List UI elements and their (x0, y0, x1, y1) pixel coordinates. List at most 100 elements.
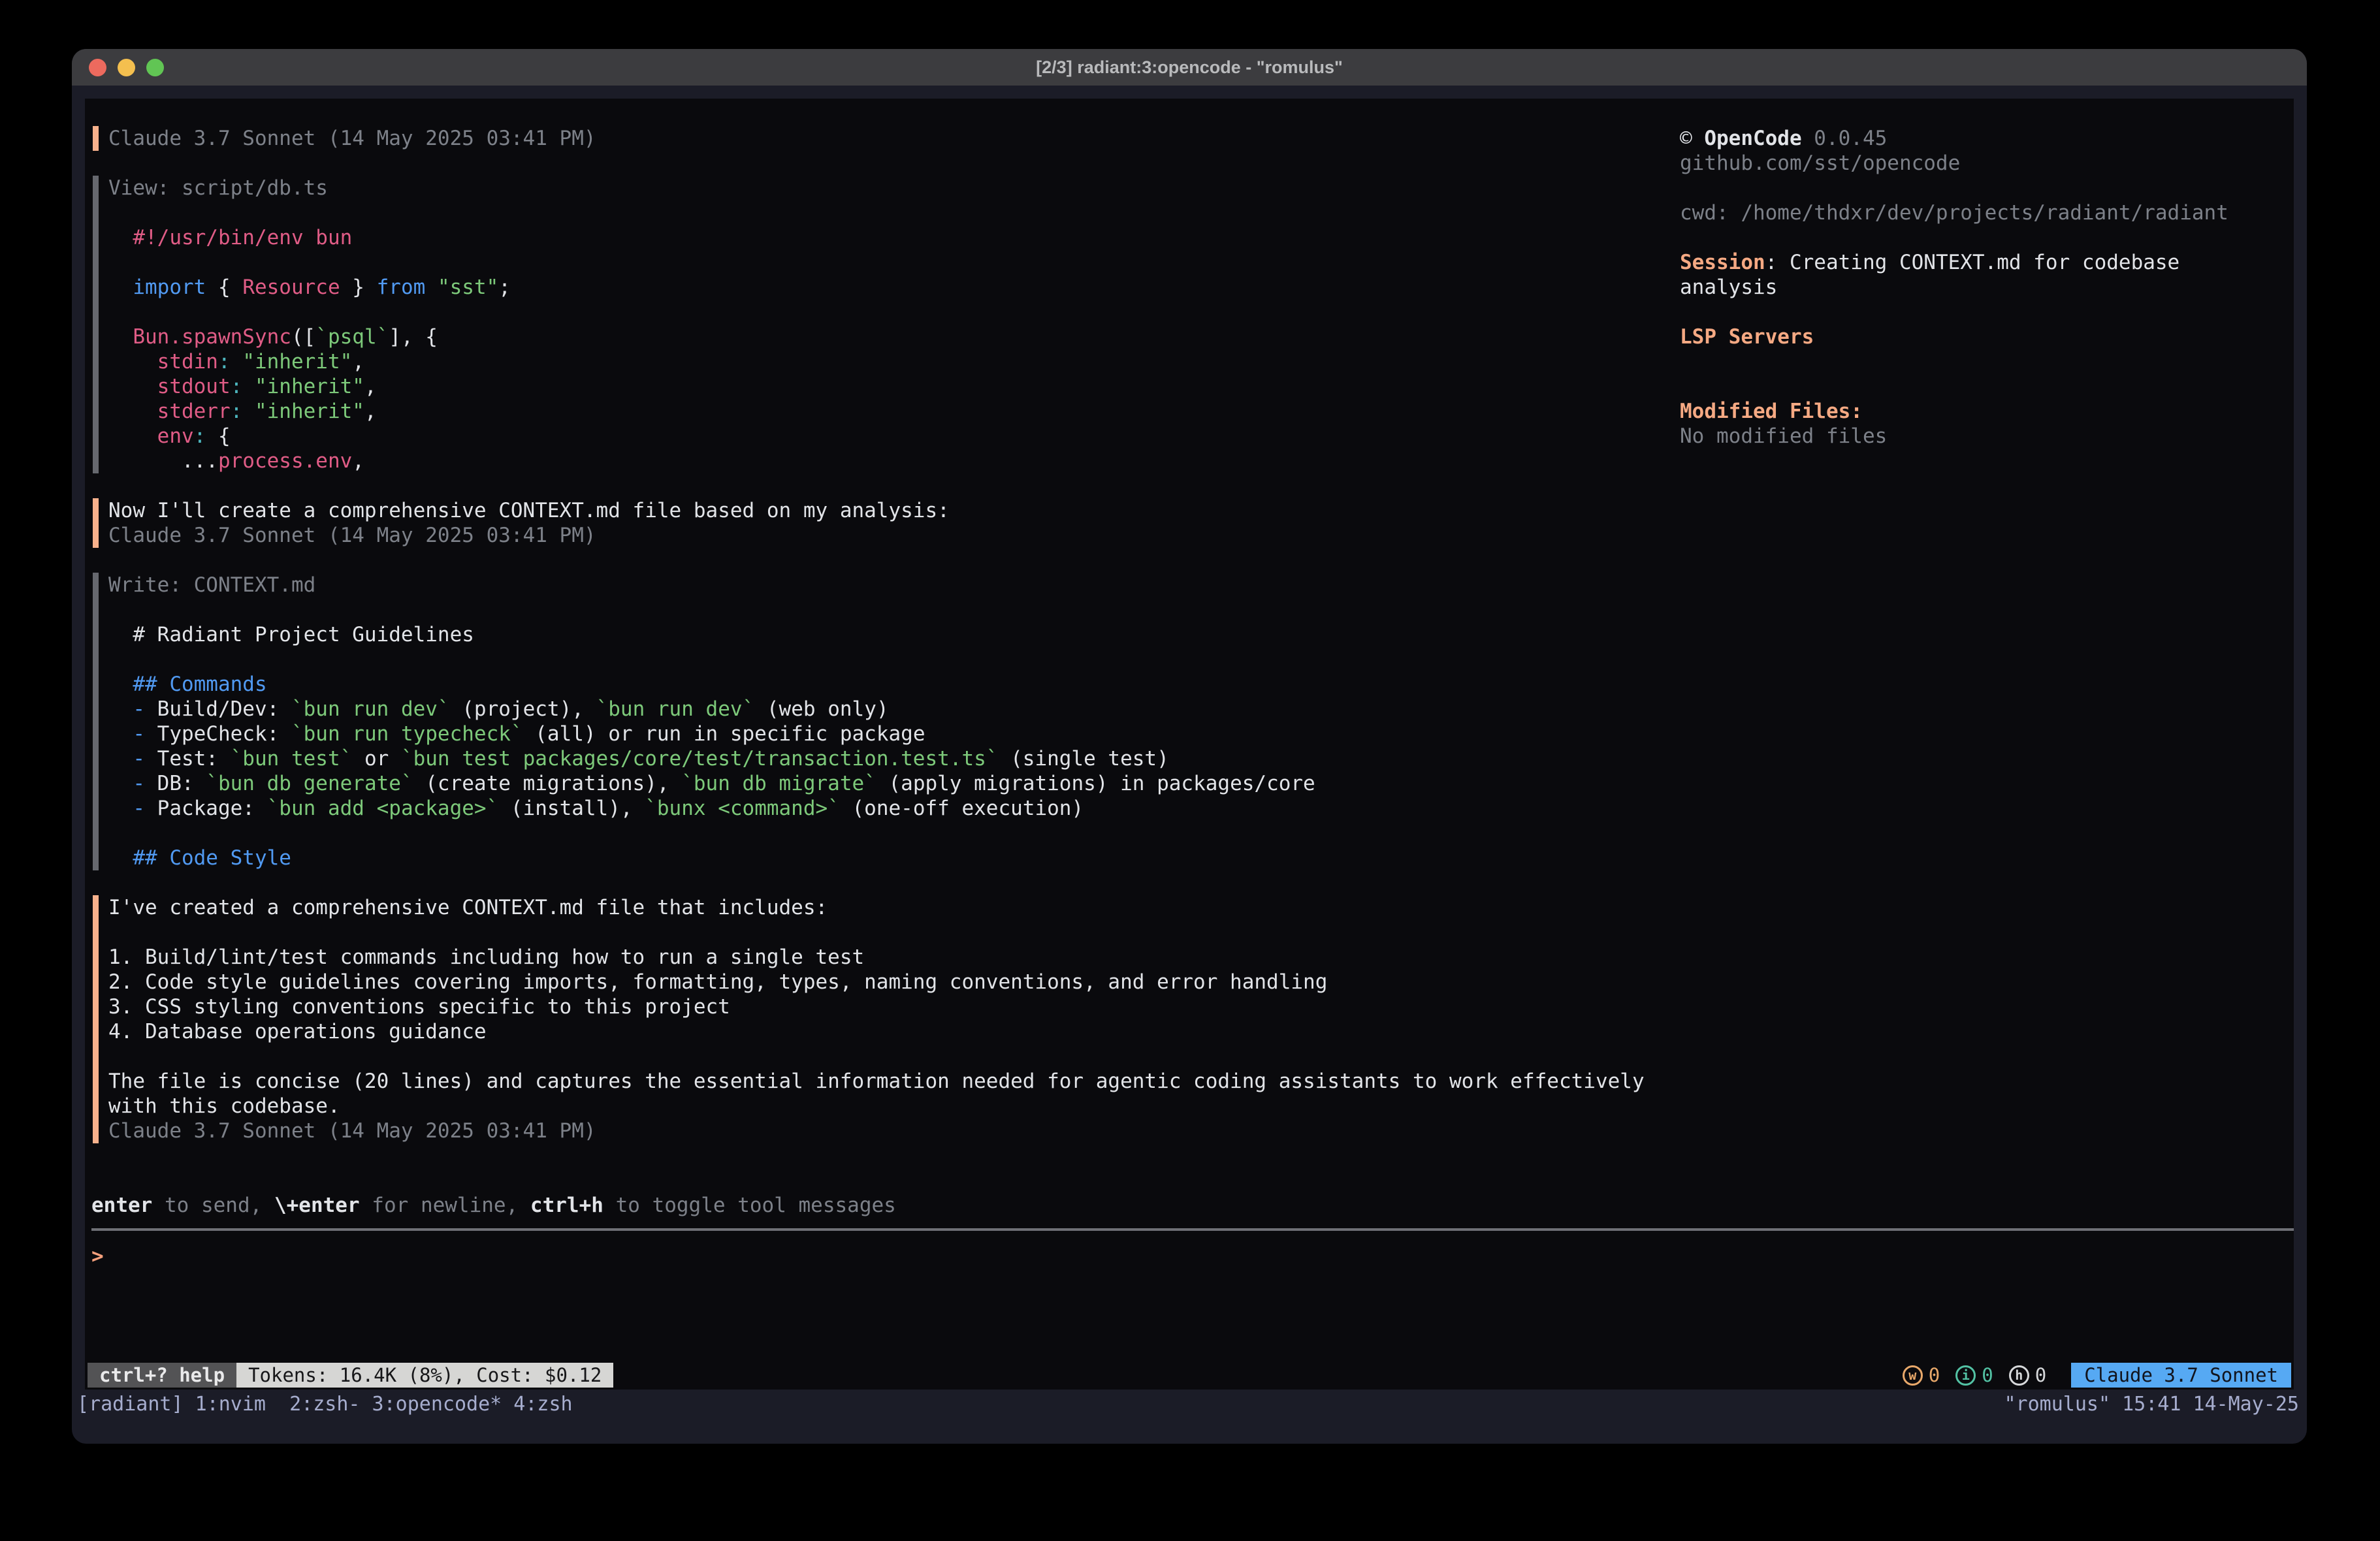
terminal-line (108, 920, 1660, 945)
text-segment: Claude 3.7 Sonnet (14 May 2025 03:41 PM) (108, 127, 596, 150)
terminal-line (108, 647, 1660, 672)
text-segment: No modified files (1680, 424, 1887, 448)
conversation: Claude 3.7 Sonnet (14 May 2025 03:41 PM)… (93, 126, 1660, 1168)
text-segment: (web only) (754, 697, 888, 721)
text-segment: # Radiant Project Guidelines (108, 623, 474, 646)
text-segment: The file is concise (20 lines) and captu… (108, 1070, 1645, 1093)
tmux-host-clock: "romulus" 15:41 14-May-25 (2004, 1393, 2299, 1416)
text-segment: { (206, 424, 230, 448)
titlebar: [2/3] radiant:3:opencode - "romulus" (72, 49, 2307, 86)
terminal-line: LSP Servers (1680, 325, 2287, 349)
terminal-line: stdin: "inherit", (108, 349, 1660, 374)
terminal-line (1680, 374, 2287, 399)
text-segment (108, 424, 157, 448)
text-segment: 1. Build/lint/test commands including ho… (108, 945, 864, 969)
text-segment: or (352, 747, 401, 770)
text-segment: - (133, 772, 157, 795)
text-segment: Bun.spawnSync (133, 325, 291, 349)
text-segment (108, 697, 133, 721)
status-bar: ctrl+? help Tokens: 16.4K (8%), Cost: $0… (88, 1363, 2291, 1388)
terminal-line: Write: CONTEXT.md (108, 573, 1660, 597)
lsp-diagnostics: w0i0h0 (1903, 1364, 2062, 1386)
circled-w-icon: w (1903, 1365, 1923, 1386)
text-segment: ## Code Style (133, 846, 291, 870)
text-segment: `bunx <command>` (645, 797, 840, 820)
text-segment: Build/Dev: (157, 697, 291, 721)
terminal-line: analysis (1680, 275, 2287, 300)
text-segment: : (231, 375, 243, 398)
text-segment: "inherit" (255, 375, 364, 398)
diagnostic-count: 0 (1929, 1364, 1940, 1386)
terminal-line: Claude 3.7 Sonnet (14 May 2025 03:41 PM) (108, 1119, 1660, 1143)
hint-segment: for newline, (360, 1194, 530, 1217)
text-segment: © (1680, 127, 1704, 150)
message-block-tool: Write: CONTEXT.md # Radiant Project Guid… (93, 573, 1660, 870)
diagnostic-count: 0 (1982, 1364, 1993, 1386)
text-segment: `bun db generate` (206, 772, 413, 795)
text-segment: github.com/sst/opencode (1680, 151, 1960, 175)
terminal-line: Claude 3.7 Sonnet (14 May 2025 03:41 PM) (108, 523, 1660, 548)
text-segment: ; (498, 276, 511, 299)
text-segment: "sst" (438, 276, 498, 299)
terminal-line (108, 300, 1660, 325)
text-segment: (one-off execution) (840, 797, 1084, 820)
terminal-line: import { Resource } from "sst"; (108, 275, 1660, 300)
terminal-line: #!/usr/bin/env bun (108, 225, 1660, 250)
text-segment: ... (108, 449, 218, 473)
text-segment (242, 400, 255, 423)
text-segment: `bun test packages/core/test/transaction… (401, 747, 999, 770)
text-segment: (apply migrations) in packages/core (876, 772, 1315, 795)
text-segment: - (133, 747, 157, 770)
terminal-line: - TypeCheck: `bun run typecheck` (all) o… (108, 722, 1660, 746)
text-segment: `bun db migrate` (681, 772, 876, 795)
text-segment: : (218, 350, 231, 373)
circled-h-icon: h (2009, 1365, 2029, 1386)
text-segment: : Creating CONTEXT.md for codebase (1765, 251, 2180, 274)
terminal-line (108, 821, 1660, 846)
text-segment (108, 325, 133, 349)
hint-segment: to send, (152, 1194, 274, 1217)
text-segment: (all) or run in specific package (523, 722, 925, 746)
hint-segment: ctrl+h (530, 1194, 603, 1217)
text-segment: Claude 3.7 Sonnet (14 May 2025 03:41 PM) (108, 1119, 596, 1143)
text-segment: { (206, 276, 242, 299)
text-segment: 0.0.45 (1802, 127, 1888, 150)
text-segment (242, 375, 255, 398)
prompt-input[interactable]: > (91, 1245, 104, 1268)
terminal-line: View: script/db.ts (108, 176, 1660, 200)
text-segment (108, 846, 133, 870)
text-segment: cwd: /home/thdxr/dev/projects/radiant/ra… (1680, 201, 2228, 225)
text-segment: , (364, 400, 377, 423)
terminal-line (1680, 176, 2287, 200)
text-segment: stderr (157, 400, 231, 423)
terminal-line (1680, 225, 2287, 250)
terminal-screen: Claude 3.7 Sonnet (14 May 2025 03:41 PM)… (85, 99, 2294, 1390)
model-badge[interactable]: Claude 3.7 Sonnet (2071, 1363, 2291, 1388)
text-segment: , (364, 375, 377, 398)
terminal-line: The file is concise (20 lines) and captu… (108, 1069, 1660, 1094)
text-segment (108, 375, 157, 398)
text-segment: env (157, 424, 194, 448)
text-segment: TypeCheck: (157, 722, 291, 746)
terminal-window: [2/3] radiant:3:opencode - "romulus" Cla… (72, 49, 2307, 1444)
input-divider (91, 1228, 2294, 1231)
diagnostic-w-count: w0 (1903, 1364, 1940, 1386)
message-block-assistant: I've created a comprehensive CONTEXT.md … (93, 895, 1660, 1143)
terminal-line: I've created a comprehensive CONTEXT.md … (108, 895, 1660, 920)
tmux-window-list: [radiant] 1:nvim 2:zsh- 3:opencode* 4:zs… (77, 1393, 573, 1416)
diagnostic-count: 0 (2035, 1364, 2046, 1386)
terminal-line: Modified Files: (1680, 399, 2287, 424)
text-segment: I've created a comprehensive CONTEXT.md … (108, 896, 828, 919)
text-segment: from (377, 276, 426, 299)
diagnostic-i-count: i0 (1955, 1364, 1993, 1386)
terminal-line: stderr: "inherit", (108, 399, 1660, 424)
text-segment: `bun add <package>` (267, 797, 499, 820)
text-segment: "inherit" (242, 350, 352, 373)
text-segment: Modified Files: (1680, 400, 1863, 423)
text-segment (108, 276, 133, 299)
text-segment: `bun run dev` (291, 697, 450, 721)
help-shortcut-chip[interactable]: ctrl+? help (88, 1363, 236, 1388)
text-segment (108, 722, 133, 746)
terminal-line: 3. CSS styling conventions specific to t… (108, 994, 1660, 1019)
hint-segment: enter (91, 1194, 152, 1217)
